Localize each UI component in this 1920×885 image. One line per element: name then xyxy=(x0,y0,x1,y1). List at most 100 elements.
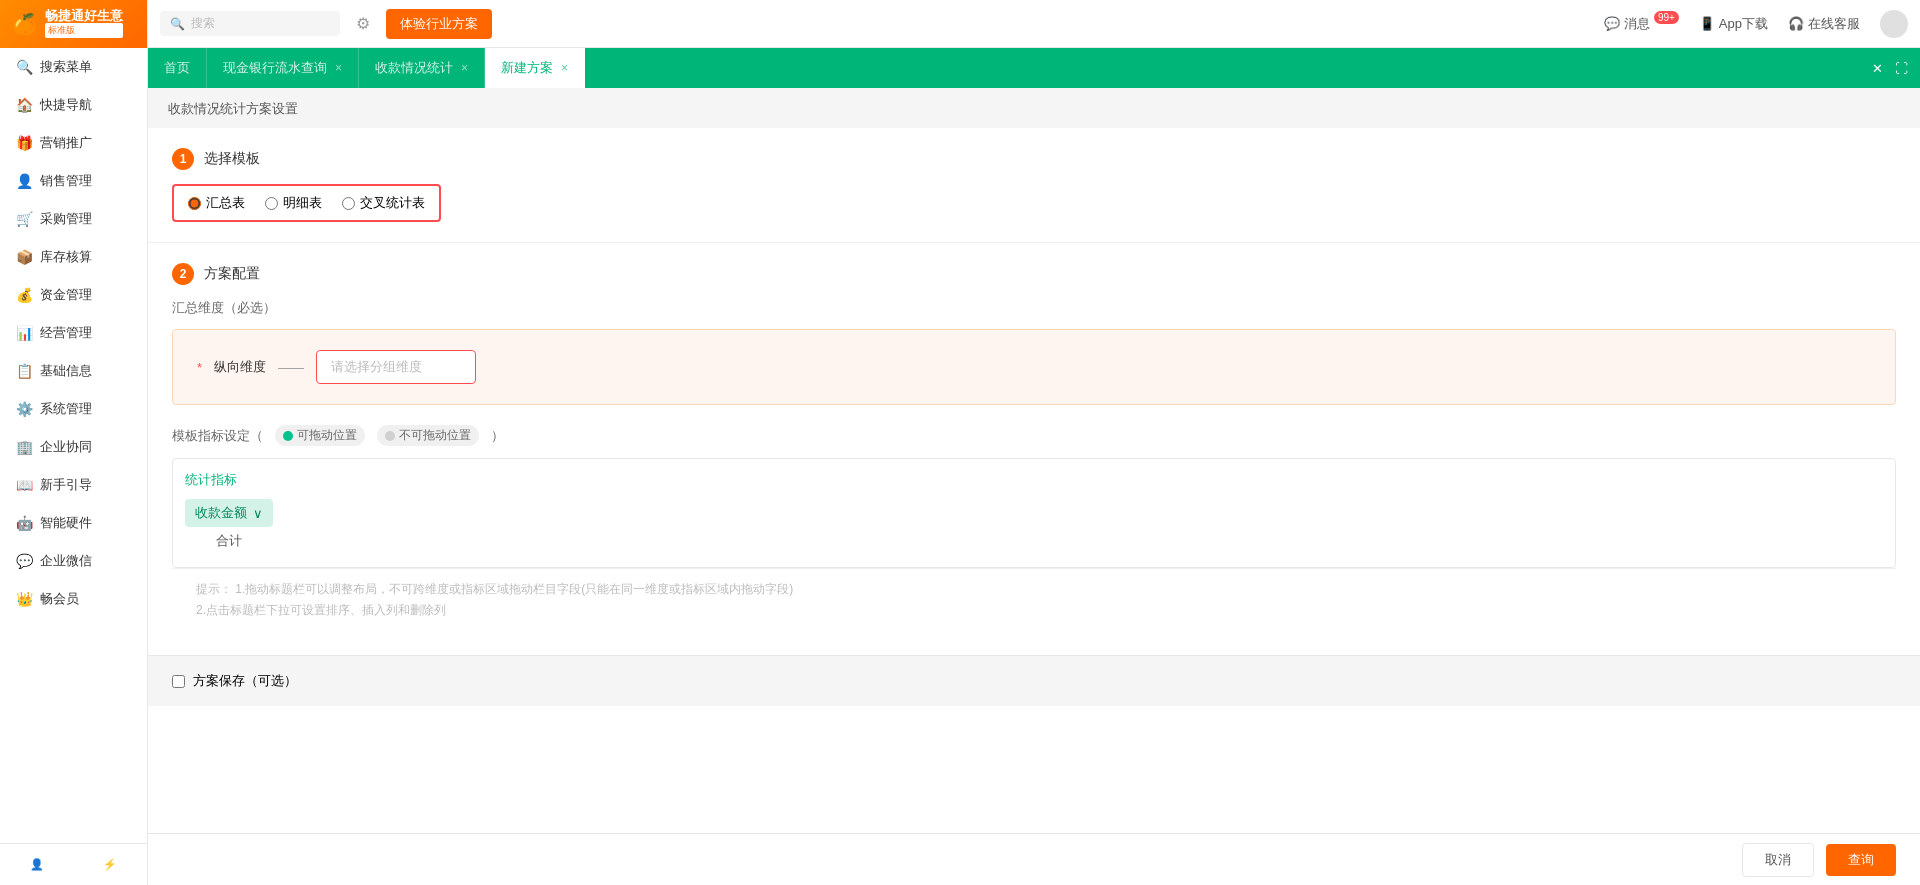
brand-badge: 标准版 xyxy=(45,23,123,38)
sidebar-bottom-user[interactable]: 👤 xyxy=(0,852,74,877)
topbar: 🔍 搜索 ⚙ 体验行业方案 💬 消息 99+ 📱 App下载 🎧 在线客服 xyxy=(148,0,1920,48)
save-checkbox[interactable] xyxy=(172,675,185,688)
tab-home[interactable]: 首页 xyxy=(148,48,207,88)
message-label: 消息 xyxy=(1624,15,1650,33)
radio-summary-label: 汇总表 xyxy=(206,194,245,212)
sidebar: 🍊 畅捷通好生意 标准版 🔍 搜索菜单 🏠 快捷导航 🎁 营销推广 👤 销售管理… xyxy=(0,0,148,885)
expand-icon[interactable]: ⛶ xyxy=(1895,61,1908,76)
required-star: * xyxy=(197,360,202,375)
sidebar-item-basics[interactable]: 📋 基础信息 xyxy=(0,352,147,390)
sidebar-item-sales[interactable]: 👤 销售管理 xyxy=(0,162,147,200)
sidebar-item-purchase[interactable]: 🛒 采购管理 xyxy=(0,200,147,238)
close-window-icon[interactable]: ✕ xyxy=(1872,61,1883,76)
sidebar-item-label: 系统管理 xyxy=(40,400,92,418)
draggable-label: 可拖动位置 xyxy=(297,427,357,444)
industry-btn[interactable]: 体验行业方案 xyxy=(386,9,492,39)
service-item[interactable]: 🎧 在线客服 xyxy=(1788,15,1860,33)
radio-cross-label: 交叉统计表 xyxy=(360,194,425,212)
sidebar-bottom-action[interactable]: ⚡ xyxy=(74,852,148,877)
metrics-config: 模板指标设定（ 可拖动位置 不可拖动位置 ） 统计指标 xyxy=(172,425,1896,568)
radio-summary[interactable]: 汇总表 xyxy=(188,194,245,212)
sidebar-item-label: 营销推广 xyxy=(40,134,92,152)
quick-nav-icon: 🏠 xyxy=(16,97,32,113)
sidebar-item-label: 资金管理 xyxy=(40,286,92,304)
tip-1: 提示： 1.拖动标题栏可以调整布局，不可跨维度或指标区域拖动栏目字段(只能在同一… xyxy=(196,581,1872,598)
metric-tag-revenue[interactable]: 收款金额 ∨ xyxy=(185,499,273,527)
finance-icon: 💰 xyxy=(16,287,32,303)
tab-receipt-stats[interactable]: 收款情况统计 × xyxy=(359,48,485,88)
download-item[interactable]: 📱 App下载 xyxy=(1699,15,1768,33)
radio-summary-input[interactable] xyxy=(188,197,201,210)
sidebar-item-corp-coop[interactable]: 🏢 企业协同 xyxy=(0,428,147,466)
tab-bank-flow-close[interactable]: × xyxy=(335,61,342,75)
tabbar: 首页 现金银行流水查询 × 收款情况统计 × 新建方案 × ✕ ⛶ xyxy=(148,48,1920,88)
dimension-area: * 纵向维度 —— 请选择分组维度 xyxy=(172,329,1896,405)
radio-cross[interactable]: 交叉统计表 xyxy=(342,194,425,212)
metric-dropdown-icon: ∨ xyxy=(253,506,263,521)
tab-new-plan-close[interactable]: × xyxy=(561,61,568,75)
tab-bank-flow[interactable]: 现金银行流水查询 × xyxy=(207,48,359,88)
download-label: App下载 xyxy=(1719,15,1768,33)
sidebar-bottom: 👤 ⚡ xyxy=(0,843,147,885)
sidebar-item-label: 采购管理 xyxy=(40,210,92,228)
content-area: 收款情况统计方案设置 1 选择模板 汇总表 明细表 xyxy=(148,88,1920,833)
tab-home-label: 首页 xyxy=(164,59,190,77)
tab-receipt-stats-close[interactable]: × xyxy=(461,61,468,75)
step2-title: 方案配置 xyxy=(204,265,260,283)
download-icon: 📱 xyxy=(1699,16,1715,31)
message-icon: 💬 xyxy=(1604,16,1620,31)
sidebar-item-search-menu[interactable]: 🔍 搜索菜单 xyxy=(0,48,147,86)
headset-icon: 🎧 xyxy=(1788,16,1804,31)
tips-section: 提示： 1.拖动标题栏可以调整布局，不可跨维度或指标区域拖动栏目字段(只能在同一… xyxy=(172,568,1896,635)
hardware-icon: 🤖 xyxy=(16,515,32,531)
sidebar-item-guide[interactable]: 📖 新手引导 xyxy=(0,466,147,504)
dimension-row-label: 纵向维度 xyxy=(214,358,266,376)
action-bar: 取消 查询 xyxy=(148,833,1920,885)
dimension-placeholder: 请选择分组维度 xyxy=(331,359,422,374)
footer-save: 方案保存（可选） xyxy=(148,655,1920,706)
sidebar-item-vip[interactable]: 👑 畅会员 xyxy=(0,580,147,618)
radio-detail-input[interactable] xyxy=(265,197,278,210)
sidebar-item-marketing[interactable]: 🎁 营销推广 xyxy=(0,124,147,162)
sidebar-item-operations[interactable]: 📊 经营管理 xyxy=(0,314,147,352)
cancel-button[interactable]: 取消 xyxy=(1742,843,1814,877)
metrics-label-row: 模板指标设定（ 可拖动位置 不可拖动位置 ） xyxy=(172,425,1896,446)
sidebar-item-label: 快捷导航 xyxy=(40,96,92,114)
sidebar-item-quick-nav[interactable]: 🏠 快捷导航 xyxy=(0,86,147,124)
weixin-icon: 💬 xyxy=(16,553,32,569)
sidebar-item-weixin[interactable]: 💬 企业微信 xyxy=(0,542,147,580)
basics-icon: 📋 xyxy=(16,363,32,379)
sidebar-item-hardware[interactable]: 🤖 智能硬件 xyxy=(0,504,147,542)
page-title: 收款情况统计方案设置 xyxy=(148,100,1920,128)
sidebar-item-label: 基础信息 xyxy=(40,362,92,380)
corp-coop-icon: 🏢 xyxy=(16,439,32,455)
brand-name: 畅捷通好生意 xyxy=(45,8,123,24)
draggable-indicator: 可拖动位置 xyxy=(275,425,365,446)
tab-receipt-stats-label: 收款情况统计 xyxy=(375,59,453,77)
radio-cross-input[interactable] xyxy=(342,197,355,210)
marketing-icon: 🎁 xyxy=(16,135,32,151)
sidebar-item-finance[interactable]: 💰 资金管理 xyxy=(0,276,147,314)
template-radio-group: 汇总表 明细表 交叉统计表 xyxy=(172,184,441,222)
sidebar-item-inventory[interactable]: 📦 库存核算 xyxy=(0,238,147,276)
avatar[interactable] xyxy=(1880,10,1908,38)
inventory-icon: 📦 xyxy=(16,249,32,265)
guide-icon: 📖 xyxy=(16,477,32,493)
query-button[interactable]: 查询 xyxy=(1826,844,1896,876)
radio-detail[interactable]: 明细表 xyxy=(265,194,322,212)
search-box[interactable]: 🔍 搜索 xyxy=(160,11,340,36)
tab-new-plan-label: 新建方案 xyxy=(501,59,553,77)
sidebar-item-label: 企业协同 xyxy=(40,438,92,456)
gear-icon[interactable]: ⚙ xyxy=(356,14,370,33)
system-icon: ⚙️ xyxy=(16,401,32,417)
metrics-zone: 统计指标 收款金额 ∨ 合计 xyxy=(172,458,1896,568)
dimension-select[interactable]: 请选择分组维度 xyxy=(316,350,476,384)
non-draggable-indicator: 不可拖动位置 xyxy=(377,425,479,446)
dimension-row: * 纵向维度 —— 请选择分组维度 xyxy=(197,350,1871,384)
tab-new-plan[interactable]: 新建方案 × xyxy=(485,48,585,88)
message-badge: 99+ xyxy=(1654,11,1679,24)
sidebar-item-system[interactable]: ⚙️ 系统管理 xyxy=(0,390,147,428)
message-item[interactable]: 💬 消息 99+ xyxy=(1604,15,1679,33)
logo-icon: 🍊 xyxy=(12,12,37,36)
metrics-label-text: 模板指标设定（ xyxy=(172,427,263,445)
